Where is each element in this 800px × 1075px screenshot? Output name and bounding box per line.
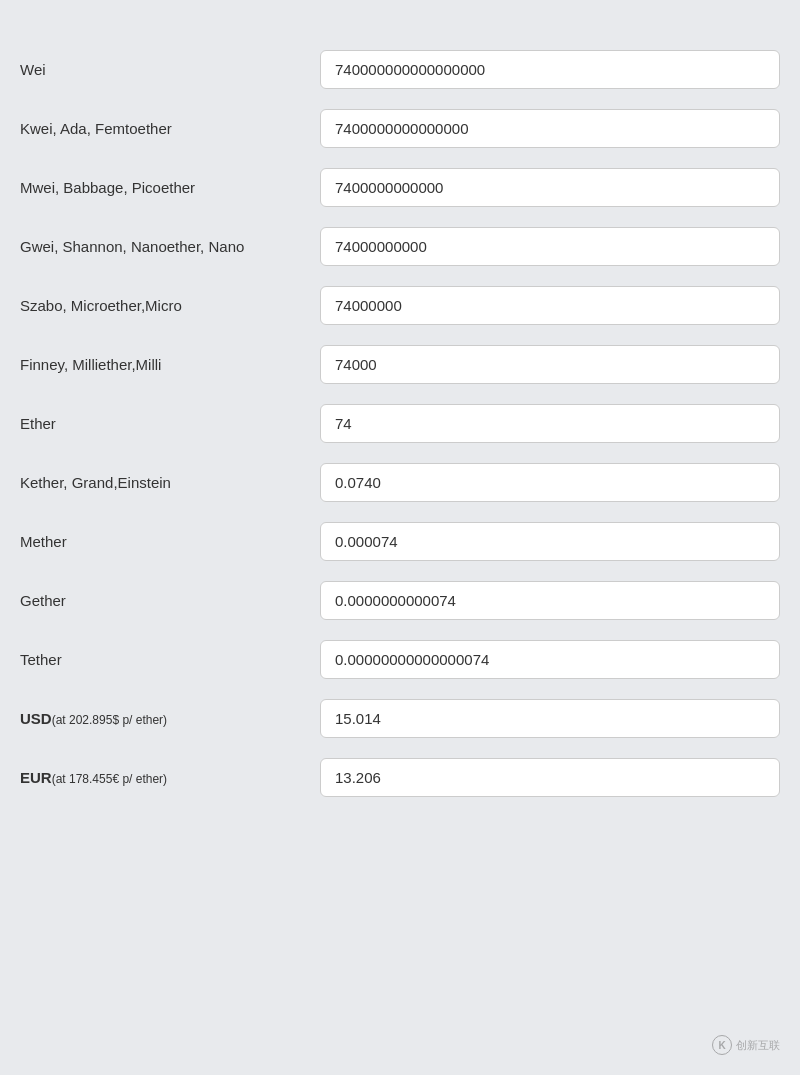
watermark-text: 创新互联: [736, 1038, 780, 1053]
row-value-0: 740000000000000000: [320, 50, 780, 89]
row-value-2: 7400000000000: [320, 168, 780, 207]
row-value-11: 15.014: [320, 699, 780, 738]
table-row: Mwei, Babbage, Picoether7400000000000: [20, 158, 780, 217]
row-label-6: Ether: [20, 415, 320, 432]
row-label-4: Szabo, Microether,Micro: [20, 297, 320, 314]
row-label-8: Mether: [20, 533, 320, 550]
row-label-7: Kether, Grand,Einstein: [20, 474, 320, 491]
row-value-10: 0.00000000000000074: [320, 640, 780, 679]
row-label-5: Finney, Milliether,Milli: [20, 356, 320, 373]
row-value-4: 74000000: [320, 286, 780, 325]
row-label-0: Wei: [20, 61, 320, 78]
watermark-icon: K: [712, 1035, 732, 1055]
row-label-2: Mwei, Babbage, Picoether: [20, 179, 320, 196]
row-value-3: 74000000000: [320, 227, 780, 266]
row-label-3: Gwei, Shannon, Nanoether, Nano: [20, 238, 320, 255]
main-container: Wei740000000000000000Kwei, Ada, Femtoeth…: [20, 40, 780, 807]
row-value-7: 0.0740: [320, 463, 780, 502]
row-value-12: 13.206: [320, 758, 780, 797]
table-row: Szabo, Microether,Micro74000000: [20, 276, 780, 335]
table-row: Ether74: [20, 394, 780, 453]
table-row: Wei740000000000000000: [20, 40, 780, 99]
row-label-1: Kwei, Ada, Femtoether: [20, 120, 320, 137]
row-value-5: 74000: [320, 345, 780, 384]
table-row: Finney, Milliether,Milli74000: [20, 335, 780, 394]
table-row: Gether0.0000000000074: [20, 571, 780, 630]
row-label-12: EUR(at 178.455€ p/ ether): [20, 769, 320, 786]
row-value-6: 74: [320, 404, 780, 443]
table-row: USD(at 202.895$ p/ ether)15.014: [20, 689, 780, 748]
row-label-9: Gether: [20, 592, 320, 609]
row-label-10: Tether: [20, 651, 320, 668]
row-value-1: 7400000000000000: [320, 109, 780, 148]
table-row: Kwei, Ada, Femtoether7400000000000000: [20, 99, 780, 158]
row-value-9: 0.0000000000074: [320, 581, 780, 620]
table-row: Tether0.00000000000000074: [20, 630, 780, 689]
table-row: Mether0.000074: [20, 512, 780, 571]
row-label-11: USD(at 202.895$ p/ ether): [20, 710, 320, 727]
table-row: EUR(at 178.455€ p/ ether)13.206: [20, 748, 780, 807]
watermark: K 创新互联: [712, 1035, 780, 1055]
table-row: Kether, Grand,Einstein0.0740: [20, 453, 780, 512]
row-value-8: 0.000074: [320, 522, 780, 561]
table-row: Gwei, Shannon, Nanoether, Nano7400000000…: [20, 217, 780, 276]
